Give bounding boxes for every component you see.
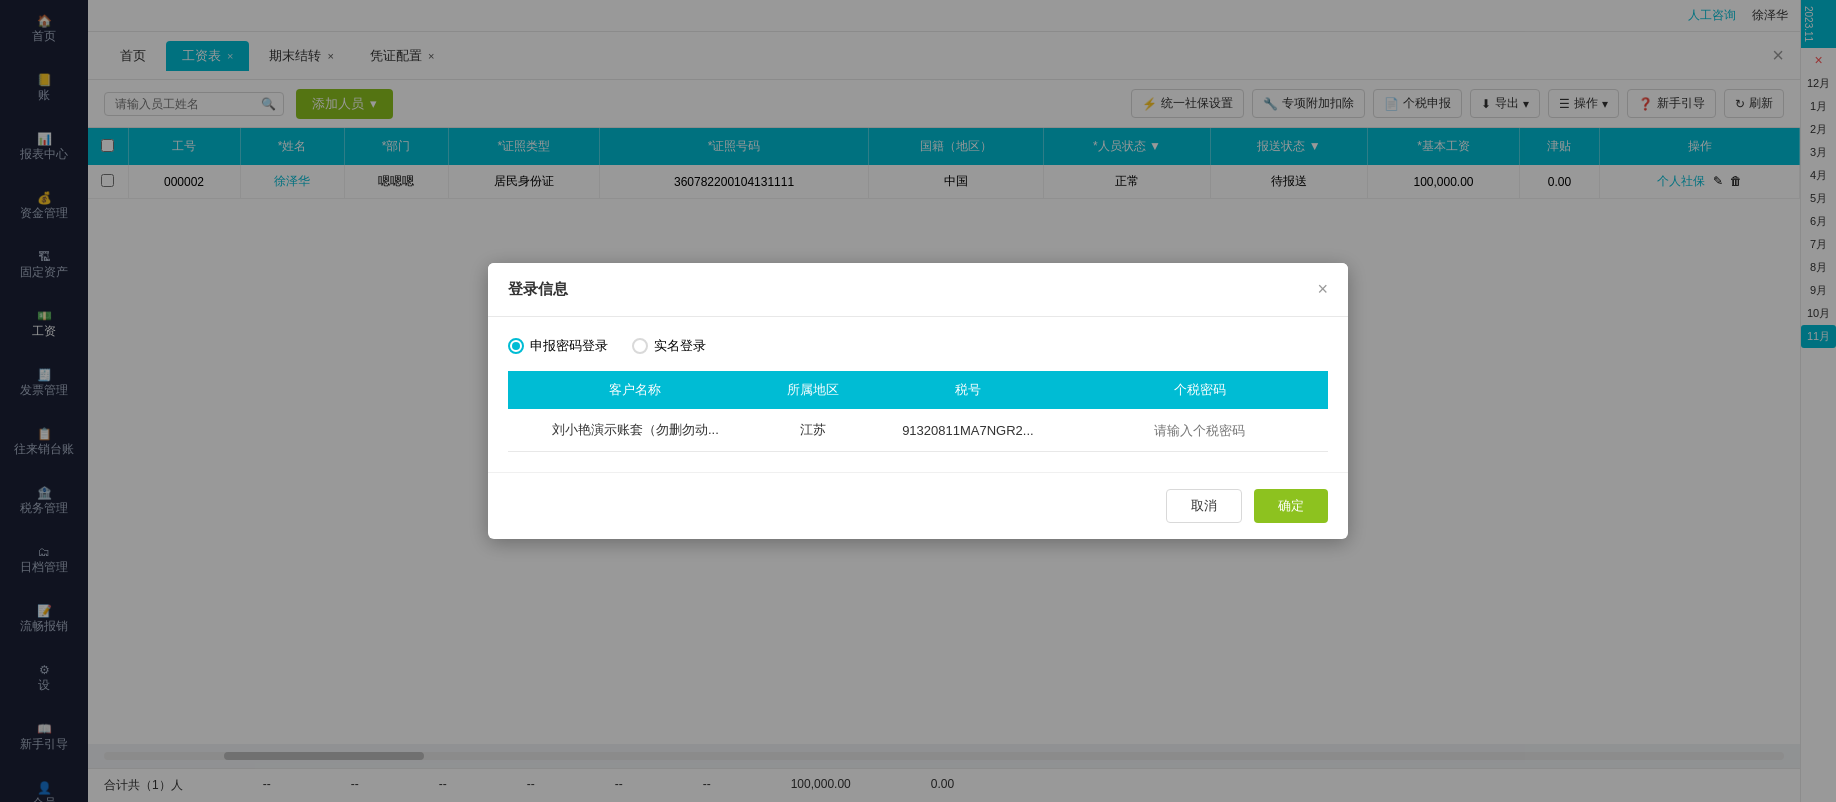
modal-body: 申报密码登录 实名登录 客户名称 所属地区 税号 个税密码: [488, 317, 1348, 472]
radio-password-option[interactable]: 申报密码登录: [508, 337, 608, 355]
col-customer-name: 客户名称: [508, 371, 763, 409]
modal-header: 登录信息 ×: [488, 263, 1348, 317]
col-tax-password: 个税密码: [1072, 371, 1328, 409]
customer-name-cell: 刘小艳演示账套（勿删勿动...: [508, 409, 763, 452]
customer-region-cell: 江苏: [763, 409, 864, 452]
radio-realname-label: 实名登录: [654, 337, 706, 355]
customer-tax-id-cell: 91320811MA7NGR2...: [864, 409, 1072, 452]
radio-password-circle: [508, 338, 524, 354]
customer-table: 客户名称 所属地区 税号 个税密码 刘小艳演示账套（勿删勿动... 江苏 913…: [508, 371, 1328, 452]
radio-realname-option[interactable]: 实名登录: [632, 337, 706, 355]
modal-close-button[interactable]: ×: [1317, 279, 1328, 300]
customer-row: 刘小艳演示账套（勿删勿动... 江苏 91320811MA7NGR2...: [508, 409, 1328, 452]
customer-tax-password-cell[interactable]: [1072, 409, 1328, 452]
login-modal: 登录信息 × 申报密码登录 实名登录: [488, 263, 1348, 539]
radio-password-dot: [512, 342, 520, 350]
cancel-button[interactable]: 取消: [1166, 489, 1242, 523]
modal-footer: 取消 确定: [488, 472, 1348, 539]
col-tax-id: 税号: [864, 371, 1072, 409]
modal-overlay: 登录信息 × 申报密码登录 实名登录: [0, 0, 1836, 802]
tax-password-input[interactable]: [1084, 423, 1316, 438]
confirm-button[interactable]: 确定: [1254, 489, 1328, 523]
modal-title: 登录信息: [508, 280, 568, 299]
col-region: 所属地区: [763, 371, 864, 409]
login-type-radio-group: 申报密码登录 实名登录: [508, 337, 1328, 355]
radio-password-label: 申报密码登录: [530, 337, 608, 355]
radio-realname-circle: [632, 338, 648, 354]
